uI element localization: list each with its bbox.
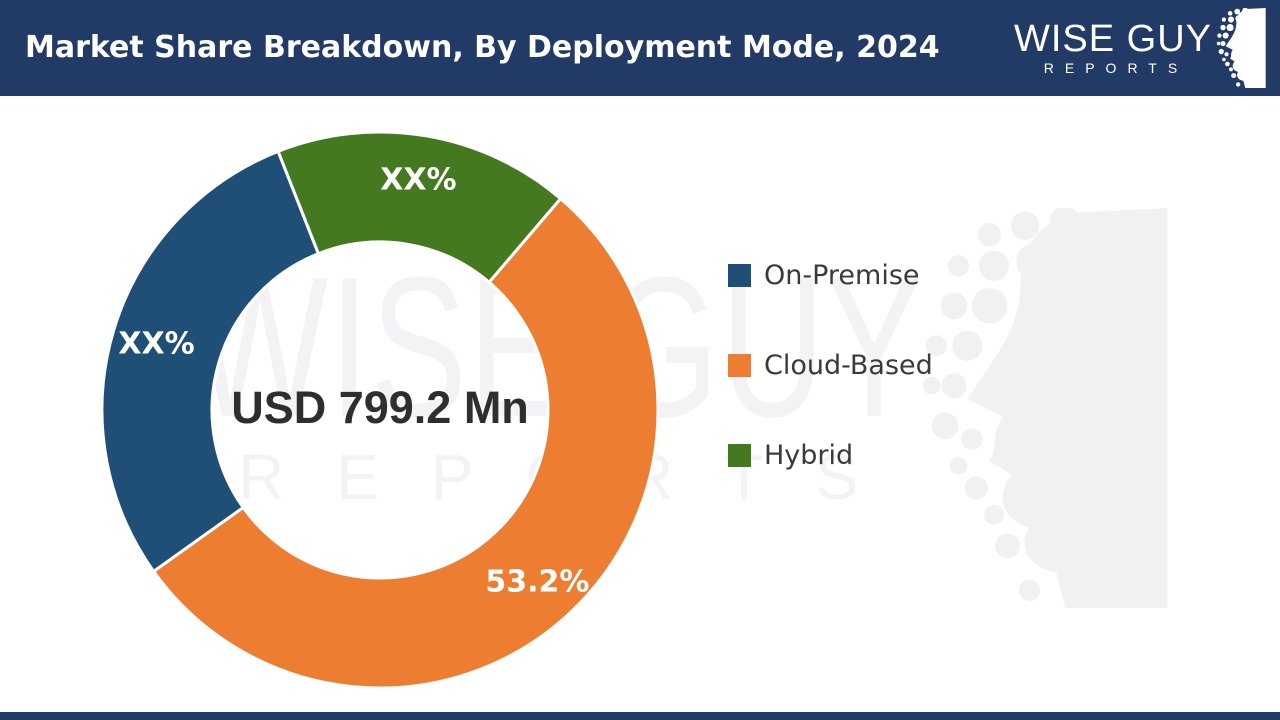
segment-value-label-on-premise: XX%: [118, 326, 194, 361]
legend-swatch-cloud-based: [728, 353, 751, 377]
footer-bar: [0, 712, 1280, 720]
legend-item-cloud-based: Cloud-Based: [728, 348, 933, 382]
legend-swatch-on-premise: [728, 263, 751, 287]
header-bar: Market Share Breakdown, By Deployment Mo…: [0, 0, 1280, 96]
segment-value-label-cloud-based: 53.2%: [485, 564, 589, 599]
logo-wordmark-line2: REPORTS: [1043, 60, 1189, 77]
watermark-face-icon: [900, 208, 1168, 608]
logo-wordmark: WISE GUY REPORTS: [1013, 17, 1212, 77]
legend-swatch-hybrid: [728, 443, 751, 467]
legend: On-Premise Cloud-Based Hybrid: [728, 258, 933, 528]
legend-label-cloud-based: Cloud-Based: [764, 349, 933, 381]
logo-face-icon: [1212, 8, 1266, 88]
legend-item-on-premise: On-Premise: [728, 258, 933, 292]
legend-label-on-premise: On-Premise: [764, 259, 920, 291]
logo-wordmark-line1: WISE GUY: [1013, 17, 1212, 60]
legend-label-hybrid: Hybrid: [764, 439, 854, 471]
legend-item-hybrid: Hybrid: [728, 438, 933, 472]
segment-value-label-hybrid: XX%: [380, 163, 456, 198]
center-value: USD 799.2 Mn: [231, 382, 529, 433]
logo: WISE GUY REPORTS: [1014, 7, 1266, 89]
donut-segment-on-premise: [100, 149, 320, 573]
page-title: Market Share Breakdown, By Deployment Mo…: [25, 30, 940, 65]
